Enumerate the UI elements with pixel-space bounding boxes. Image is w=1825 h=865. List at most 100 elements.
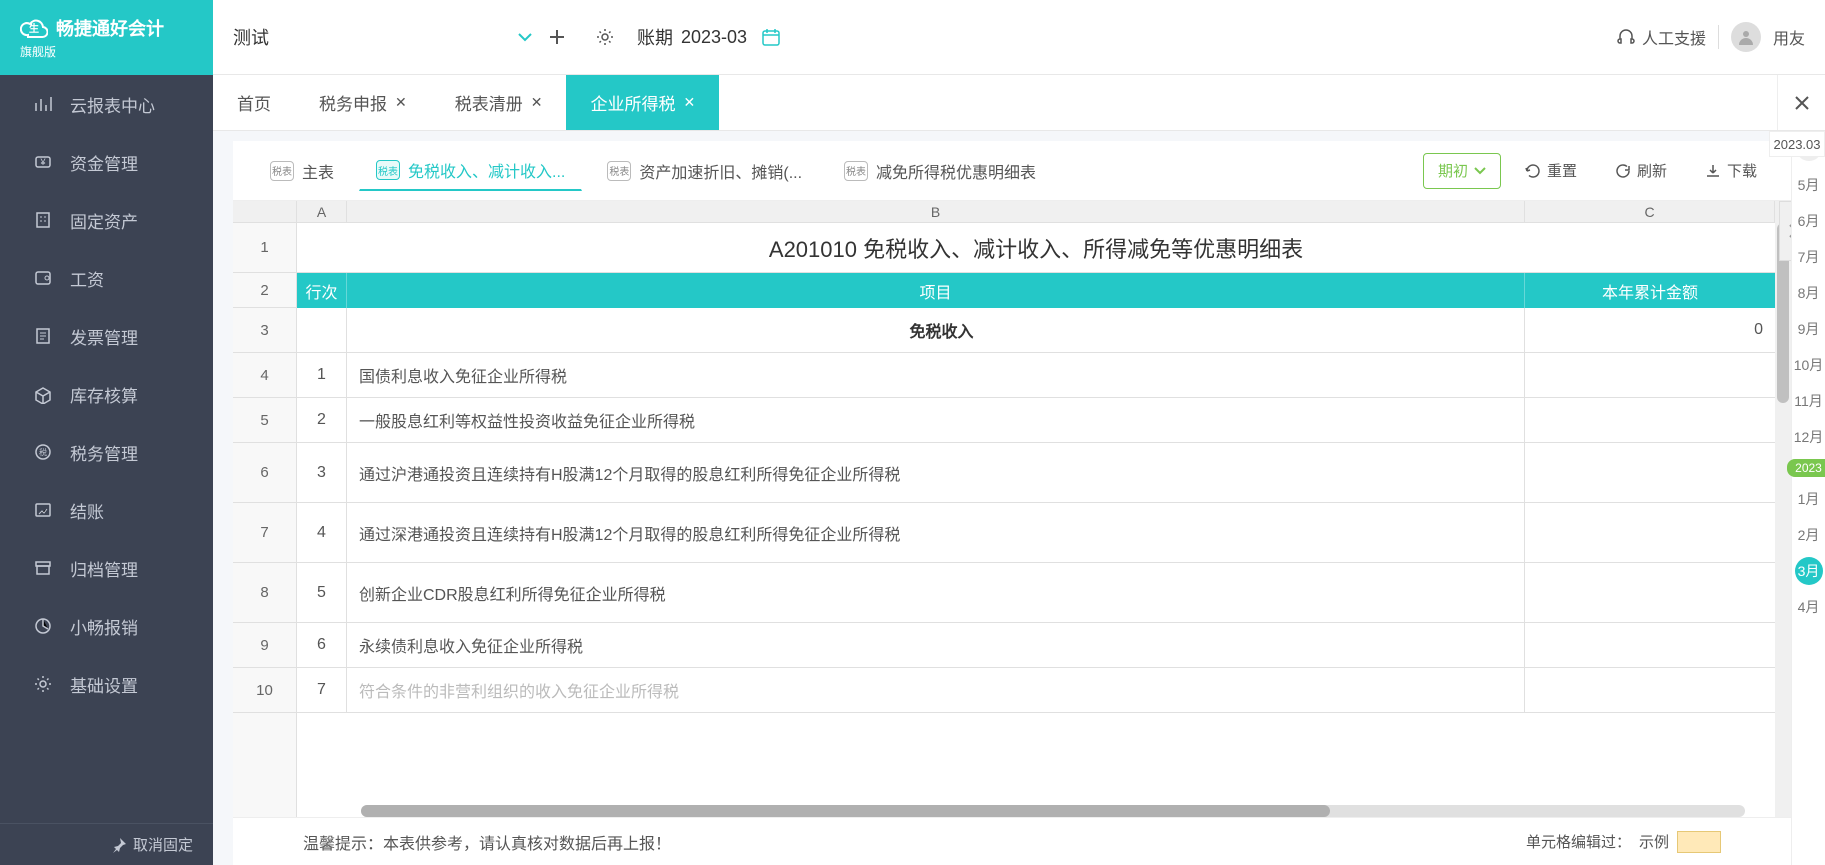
cell-item[interactable]: 一般股息红利等权益性投资收益免征企业所得税 <box>347 398 1525 442</box>
subtabs-row: 税表主表税表免税收入、减计收入...税表资产加速折旧、摊销(...税表减免所得税… <box>233 141 1791 201</box>
tab[interactable]: 税表清册 ✕ <box>431 75 567 130</box>
tab[interactable]: 首页 <box>213 75 295 130</box>
month-button[interactable]: 8月 <box>1794 275 1824 311</box>
close-icon[interactable]: ✕ <box>395 94 407 111</box>
sidebar-item-label: 工资 <box>70 266 104 291</box>
month-button[interactable]: 11月 <box>1794 383 1824 419</box>
cell-amount[interactable] <box>1525 443 1775 502</box>
subtab[interactable]: 税表资产加速折旧、摊销(... <box>590 151 819 191</box>
add-button[interactable] <box>541 21 573 53</box>
sidebar-item-label: 资金管理 <box>70 150 138 175</box>
period-init-button[interactable]: 期初 <box>1423 153 1501 189</box>
cell-rownum[interactable]: 1 <box>297 353 347 397</box>
h-scroll-thumb[interactable] <box>361 805 1330 817</box>
row-number[interactable]: 5 <box>233 398 296 443</box>
support-link[interactable]: 人工支援 <box>1616 25 1706 49</box>
month-button[interactable]: 2月 <box>1795 517 1823 553</box>
company-selector[interactable]: 测试 <box>233 24 533 50</box>
cell-amount[interactable] <box>1525 668 1775 712</box>
h-scrollbar[interactable] <box>361 805 1745 817</box>
month-button[interactable]: 3月 <box>1795 557 1823 585</box>
cell-rownum[interactable]: 5 <box>297 563 347 622</box>
cell-item[interactable]: 免税收入 <box>347 308 1525 352</box>
calendar-icon[interactable] <box>755 21 787 53</box>
cell-item[interactable]: 通过沪港通投资且连续持有H股满12个月取得的股息红利所得免征企业所得税 <box>347 443 1525 502</box>
sidebar-item-money[interactable]: ¥ 资金管理 <box>0 133 213 191</box>
month-button[interactable]: 6月 <box>1794 203 1824 239</box>
sidebar-item-gear[interactable]: 基础设置 <box>0 655 213 713</box>
avatar[interactable] <box>1731 22 1761 52</box>
close-icon[interactable]: ✕ <box>531 94 543 111</box>
download-button[interactable]: 下载 <box>1691 153 1771 189</box>
sidebar-item-building[interactable]: 固定资产 <box>0 191 213 249</box>
logo-sub: 旗舰版 <box>20 43 213 60</box>
cell-rownum[interactable]: 2 <box>297 398 347 442</box>
tab[interactable]: 税务申报✕ <box>295 75 431 130</box>
cell-amount[interactable] <box>1525 563 1775 622</box>
cell-item[interactable]: 通过深港通投资且连续持有H股满12个月取得的股息红利所得免征企业所得税 <box>347 503 1525 562</box>
sidebar-item-wage[interactable]: 工资 <box>0 249 213 307</box>
cell-rownum[interactable]: 4 <box>297 503 347 562</box>
sidebar-item-stock[interactable]: 库存核算 <box>0 365 213 423</box>
archive-icon <box>32 557 54 579</box>
reset-button[interactable]: 重置 <box>1511 153 1591 189</box>
cell-rownum[interactable] <box>297 308 347 352</box>
header-rownum: 行次 <box>297 273 347 308</box>
row-number[interactable]: 10 <box>233 668 296 713</box>
cell-amount[interactable] <box>1525 623 1775 667</box>
row-number[interactable]: 6 <box>233 443 296 503</box>
money-icon: ¥ <box>32 151 54 173</box>
month-button[interactable]: 10月 <box>1794 347 1824 383</box>
tab-label: 税表清册 <box>455 90 523 115</box>
cell-amount[interactable]: 0 <box>1525 308 1775 352</box>
svg-text:¥: ¥ <box>39 157 46 167</box>
sidebar-item-archive[interactable]: 归档管理 <box>0 539 213 597</box>
month-button[interactable]: 9月 <box>1794 311 1824 347</box>
cell-item[interactable]: 国债利息收入免征企业所得税 <box>347 353 1525 397</box>
subtab[interactable]: 税表免税收入、减计收入... <box>359 151 582 191</box>
month-button[interactable]: 12月 <box>1794 419 1824 455</box>
col-header-c[interactable]: C <box>1525 201 1775 222</box>
v-scrollbar[interactable] <box>1775 201 1791 817</box>
row-number[interactable]: 1 <box>233 223 296 273</box>
row-number[interactable]: 2 <box>233 273 296 308</box>
month-button[interactable]: 5月 <box>1794 167 1824 203</box>
sidebar-item-invoice[interactable]: 发票管理 <box>0 307 213 365</box>
sidebar-item-label: 归档管理 <box>70 556 138 581</box>
sidebar-item-chart[interactable]: 云报表中心 <box>0 75 213 133</box>
month-button[interactable]: 7月 <box>1794 239 1824 275</box>
sidebar-item-close-book[interactable]: 结账 <box>0 481 213 539</box>
cell-item[interactable]: 符合条件的非营利组织的收入免征企业所得税 <box>347 668 1525 712</box>
row-number[interactable]: 3 <box>233 308 296 353</box>
close-all-tabs[interactable] <box>1777 75 1825 130</box>
sidebar-item-report[interactable]: 小畅报销 <box>0 597 213 655</box>
cell-rownum[interactable]: 6 <box>297 623 347 667</box>
cell-item[interactable]: 永续债利息收入免征企业所得税 <box>347 623 1525 667</box>
tab[interactable]: 企业所得税✕ <box>566 75 719 130</box>
subtab[interactable]: 税表减免所得税优惠明细表 <box>827 151 1053 191</box>
sidebar-item-tax[interactable]: 税税务管理 <box>0 423 213 481</box>
cell-item[interactable]: 创新企业CDR股息红利所得免征企业所得税 <box>347 563 1525 622</box>
month-button[interactable]: 4月 <box>1795 589 1823 625</box>
close-icon[interactable]: ✕ <box>683 94 695 111</box>
unpin-button[interactable]: 取消固定 <box>0 823 213 865</box>
cell-rownum[interactable]: 3 <box>297 443 347 502</box>
row-number[interactable]: 8 <box>233 563 296 623</box>
col-header-a[interactable]: A <box>297 201 347 222</box>
sheet: 12345678910 A B C A201010 免税收入、减计收入、所得减免… <box>233 201 1791 817</box>
gear-icon[interactable] <box>589 21 621 53</box>
footer: 温馨提示：本表供参考，请认真核对数据后再上报！ 单元格编辑过： 示例 <box>233 817 1791 865</box>
cell-amount[interactable] <box>1525 503 1775 562</box>
row-number[interactable]: 9 <box>233 623 296 668</box>
row-number[interactable]: 4 <box>233 353 296 398</box>
row-number[interactable]: 7 <box>233 503 296 563</box>
refresh-button[interactable]: 刷新 <box>1601 153 1681 189</box>
month-button[interactable]: 1月 <box>1795 481 1823 517</box>
chart-icon <box>32 93 54 115</box>
cell-rownum[interactable]: 7 <box>297 668 347 712</box>
unpin-label: 取消固定 <box>133 834 193 855</box>
cell-amount[interactable] <box>1525 398 1775 442</box>
subtab[interactable]: 税表主表 <box>253 151 351 191</box>
cell-amount[interactable] <box>1525 353 1775 397</box>
col-header-b[interactable]: B <box>347 201 1525 222</box>
